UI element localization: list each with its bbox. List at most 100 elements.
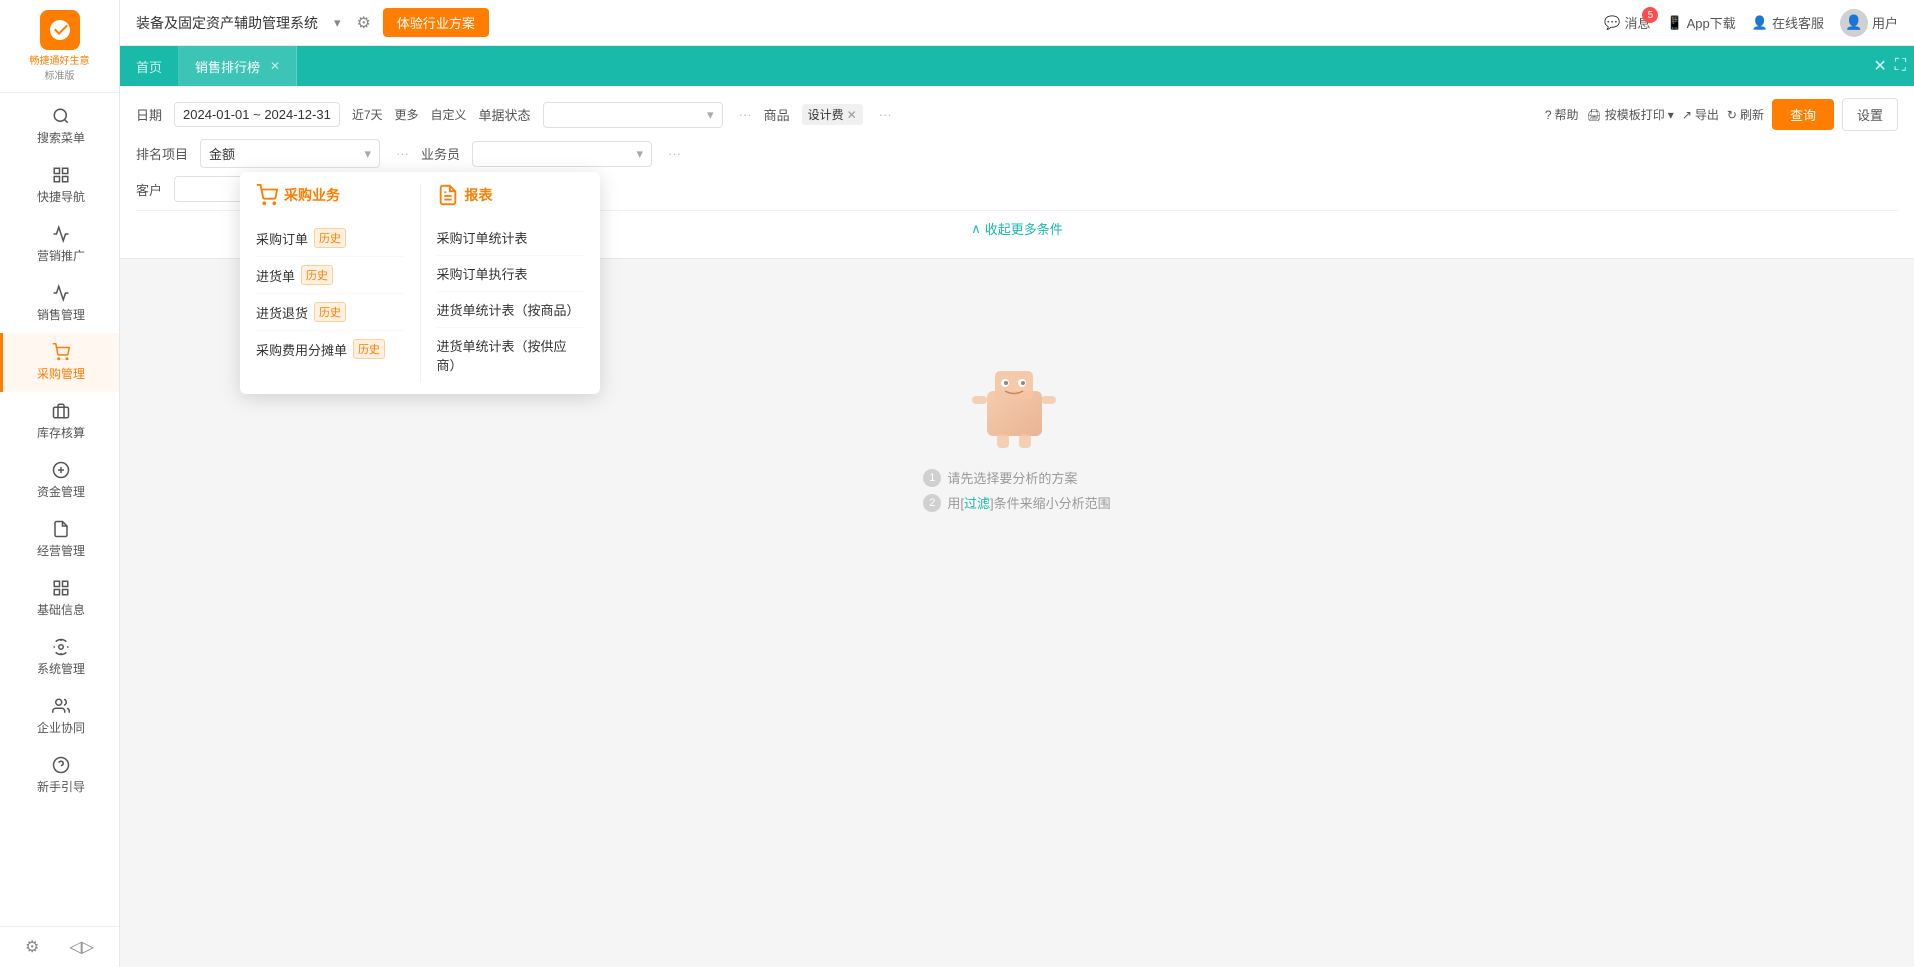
purchase-receipt-label: 进货单 — [256, 266, 295, 285]
sidebar-item-purchase-label: 采购管理 — [37, 365, 85, 382]
hint-2-text: 用[过滤]条件来缩小分析范围 — [947, 493, 1110, 512]
tab-home-label: 首页 — [136, 57, 162, 76]
product-tag-close[interactable]: ✕ — [847, 108, 857, 122]
help-btn[interactable]: ? 帮助 — [1545, 106, 1579, 123]
purchase-receipt-item[interactable]: 进货单 历史 — [256, 257, 404, 294]
collapse-icon: ∧ — [971, 221, 981, 237]
refresh-btn[interactable]: ↻ 刷新 — [1727, 106, 1764, 123]
user-avatar: 👤 — [1840, 9, 1868, 37]
sidebar-item-search[interactable]: 搜索菜单 — [0, 97, 119, 156]
hint-2-num: 2 — [923, 494, 941, 512]
tab-sales-rank-close[interactable]: ✕ — [270, 59, 280, 73]
online-service-label: 在线客服 — [1772, 13, 1824, 32]
purchase-order-item[interactable]: 采购订单 历史 — [256, 220, 404, 257]
product-label: 商品 — [764, 105, 790, 124]
date-7days-btn[interactable]: 近7天 — [352, 106, 383, 123]
sidebar-item-finance-label: 资金管理 — [37, 483, 85, 500]
filter-row-1: 日期 2024-01-01 ~ 2024-12-31 近7天 更多 自定义 单据… — [136, 98, 1898, 131]
purchase-expense-history-badge: 历史 — [353, 339, 385, 359]
sidebar-nav: 搜索菜单 快捷导航 营销推广 销售管理 采购管理 — [0, 93, 119, 926]
status-more-btn[interactable]: ··· — [739, 107, 752, 122]
settings-btn[interactable]: 设置 — [1842, 98, 1898, 131]
report-receipt-supplier-label: 进货单统计表（按供应商） — [437, 336, 585, 374]
sidebar-item-quick-nav-label: 快捷导航 — [37, 188, 85, 205]
sidebar-item-purchase[interactable]: 采购管理 — [0, 333, 119, 392]
sidebar-item-system[interactable]: 系统管理 — [0, 628, 119, 687]
salesperson-select[interactable]: ▾ — [472, 141, 652, 167]
tab-close-all-btn[interactable]: ✕ — [1873, 56, 1886, 76]
sidebar-bottom: ⚙ ◁▷ — [0, 926, 119, 967]
sidebar-item-inventory[interactable]: 库存核算 — [0, 392, 119, 451]
date-custom-btn[interactable]: 自定义 — [431, 106, 467, 123]
sidebar-item-finance[interactable]: 资金管理 — [0, 451, 119, 510]
industry-btn[interactable]: 体验行业方案 — [383, 8, 489, 37]
system-settings-icon[interactable]: ⚙ — [357, 13, 371, 33]
rank-more-btn[interactable]: ··· — [396, 146, 409, 161]
status-select[interactable]: ▾ — [543, 102, 723, 128]
service-icon: 👤 — [1752, 15, 1768, 31]
sidebar-item-sales-label: 销售管理 — [37, 306, 85, 323]
sidebar-item-basic[interactable]: 基础信息 — [0, 569, 119, 628]
report-order-stats-item[interactable]: 采购订单统计表 — [437, 220, 585, 256]
report-order-exec-item[interactable]: 采购订单执行表 — [437, 256, 585, 292]
empty-hint-2: 2 用[过滤]条件来缩小分析范围 — [923, 493, 1110, 512]
tab-sales-rank[interactable]: 销售排行榜 ✕ — [179, 46, 297, 86]
customer-label: 客户 — [136, 180, 162, 199]
print-btn[interactable]: 🖨 按模板打印 ▾ — [1587, 106, 1674, 123]
product-tag: 设计费 ✕ — [802, 104, 863, 125]
system-title: 装备及固定资产辅助管理系统 — [136, 13, 318, 33]
main-content: 装备及固定资产辅助管理系统 ▾ ⚙ 体验行业方案 💬 消息 5 📱 App下载 … — [120, 0, 1914, 967]
purchase-order-label: 采购订单 — [256, 229, 308, 248]
sidebar-item-operations[interactable]: 经营管理 — [0, 510, 119, 569]
refresh-icon: ↻ — [1727, 108, 1737, 122]
purchase-section: 采购业务 采购订单 历史 进货单 历史 进货退货 历史 — [240, 184, 420, 382]
report-receipt-product-item[interactable]: 进货单统计表（按商品） — [437, 292, 585, 328]
tab-sales-rank-label: 销售排行榜 — [195, 57, 260, 76]
purchase-order-history-badge: 历史 — [314, 228, 346, 248]
sidebar-settings-btn[interactable]: ⚙ — [25, 937, 39, 957]
date-more-btn[interactable]: 更多 — [395, 106, 419, 123]
salesperson-label: 业务员 — [421, 144, 460, 163]
sidebar: 畅捷通好生意 标准版 搜索菜单 快捷导航 营销推广 销售管理 — [0, 0, 120, 967]
report-receipt-product-label: 进货单统计表（按商品） — [437, 300, 580, 319]
sidebar-collapse-btn[interactable]: ◁▷ — [69, 937, 94, 957]
date-value: 2024-01-01 ~ 2024-12-31 — [183, 107, 331, 122]
empty-hint-1: 1 请先选择要分析的方案 — [923, 468, 1110, 487]
purchase-return-label: 进货退货 — [256, 303, 308, 322]
export-btn[interactable]: ↗ 导出 — [1682, 106, 1719, 123]
phone-icon: 📱 — [1666, 15, 1682, 31]
report-section: 报表 采购订单统计表 采购订单执行表 进货单统计表（按商品） 进货单统计表（按 — [420, 184, 601, 382]
sidebar-item-sales[interactable]: 销售管理 — [0, 274, 119, 333]
top-bar-right: 💬 消息 5 📱 App下载 👤 在线客服 👤 用户 — [1604, 9, 1898, 37]
sidebar-item-quick-nav[interactable]: 快捷导航 — [0, 156, 119, 215]
report-receipt-supplier-item[interactable]: 进货单统计表（按供应商） — [437, 328, 585, 382]
sidebar-item-guide[interactable]: 新手引导 — [0, 746, 119, 805]
purchase-return-item[interactable]: 进货退货 历史 — [256, 294, 404, 331]
query-btn[interactable]: 查询 — [1772, 99, 1834, 130]
app-download-btn[interactable]: 📱 App下载 — [1666, 13, 1735, 32]
salesperson-more-btn[interactable]: ··· — [668, 146, 681, 161]
app-download-label: App下载 — [1687, 13, 1736, 32]
tab-maximize-btn[interactable]: ⛶ — [1895, 57, 1906, 75]
product-more-btn[interactable]: ··· — [879, 107, 892, 122]
rank-dropdown-arrow: ▾ — [364, 146, 371, 162]
online-service-btn[interactable]: 👤 在线客服 — [1752, 13, 1824, 32]
rank-select[interactable]: 金额 ▾ — [200, 139, 380, 168]
date-input[interactable]: 2024-01-01 ~ 2024-12-31 — [174, 102, 340, 127]
sidebar-item-enterprise[interactable]: 企业协同 — [0, 687, 119, 746]
dropdown-menu: 采购业务 采购订单 历史 进货单 历史 进货退货 历史 — [240, 172, 600, 394]
tab-home[interactable]: 首页 — [120, 46, 179, 86]
system-title-arrow[interactable]: ▾ — [334, 15, 341, 31]
user-btn[interactable]: 👤 用户 — [1840, 9, 1898, 37]
report-section-title: 报表 — [465, 185, 493, 205]
notification-icon: 💬 — [1604, 15, 1620, 31]
hint-2-highlight: 过滤 — [964, 496, 990, 511]
notification-btn[interactable]: 💬 消息 5 — [1604, 13, 1650, 32]
sidebar-item-enterprise-label: 企业协同 — [37, 719, 85, 736]
tab-bar: 首页 销售排行榜 ✕ ✕ ⛶ — [120, 46, 1914, 86]
sidebar-item-marketing[interactable]: 营销推广 — [0, 215, 119, 274]
empty-hints: 1 请先选择要分析的方案 2 用[过滤]条件来缩小分析范围 — [923, 468, 1110, 512]
tab-controls: ✕ ⛶ — [1873, 46, 1914, 86]
purchase-expense-item[interactable]: 采购费用分摊单 历史 — [256, 331, 404, 367]
sidebar-item-marketing-label: 营销推广 — [37, 247, 85, 264]
